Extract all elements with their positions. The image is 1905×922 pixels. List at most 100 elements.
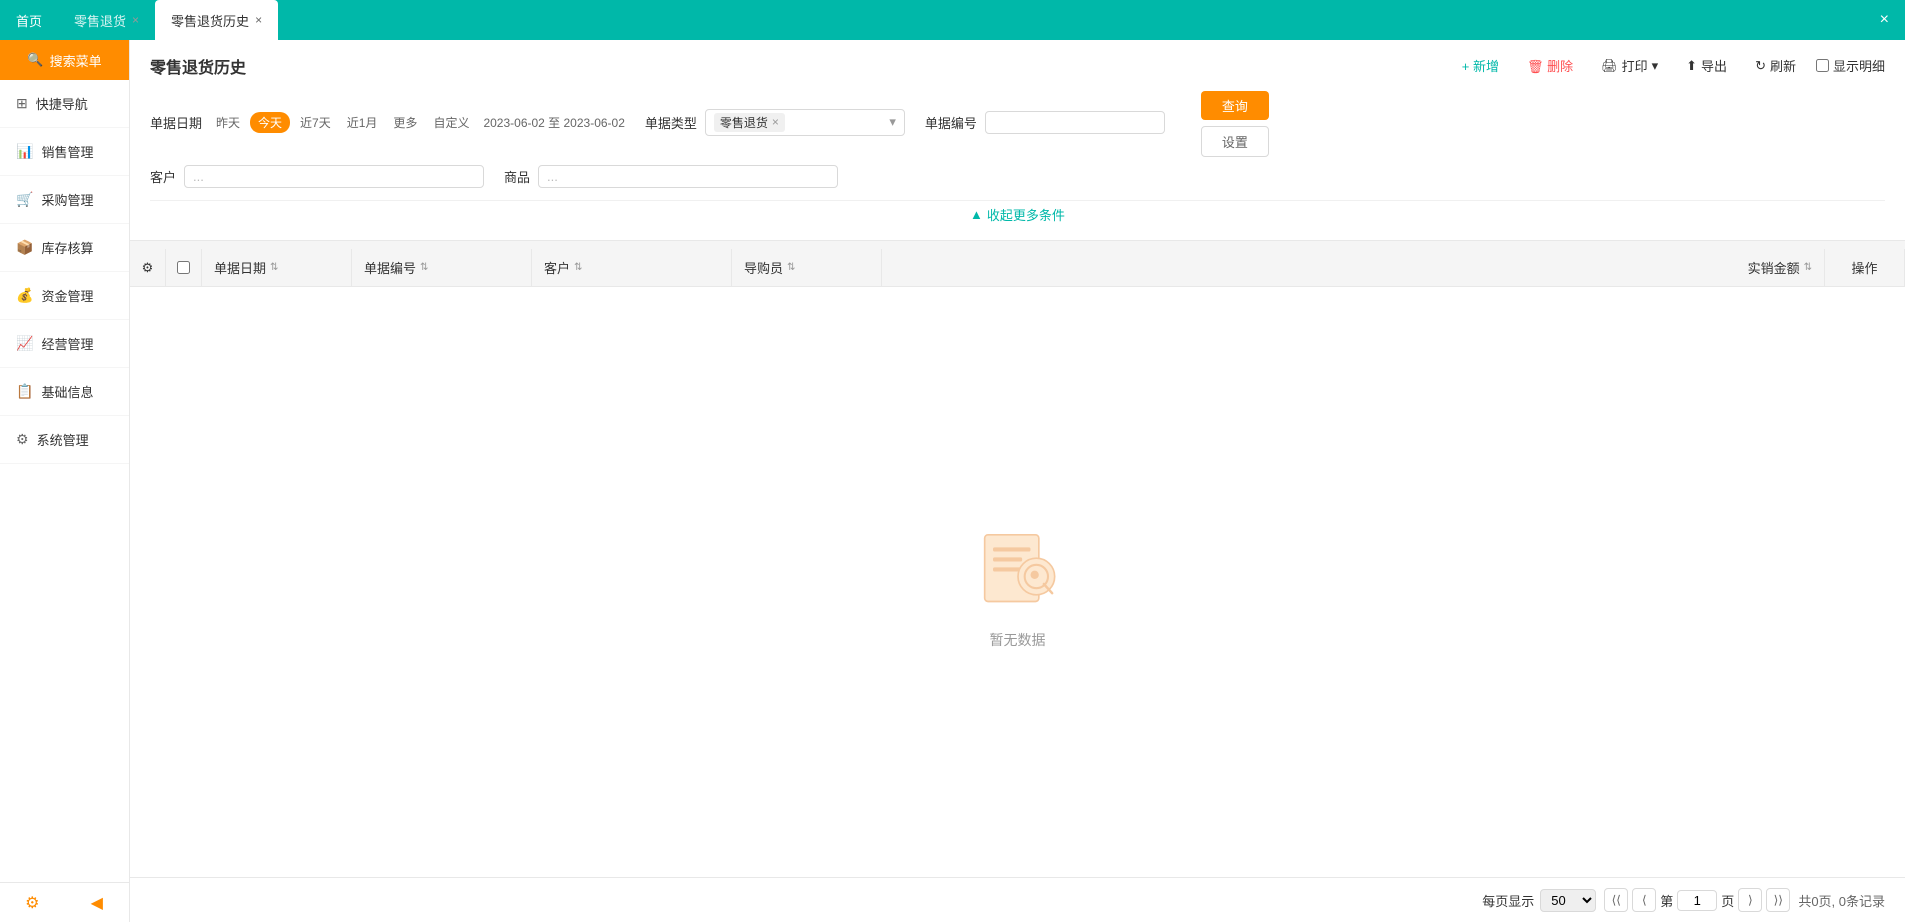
tab-home-label: 首页: [16, 11, 42, 30]
next-page-button[interactable]: ⟩: [1738, 888, 1762, 912]
refresh-button[interactable]: ↻ 刷新: [1747, 52, 1804, 79]
sidebar-item-purchase-label: 采购管理: [41, 190, 93, 209]
content-area: 零售退货历史 + 新增 🗑 删除 🖨 打印 ▾ ⬆ 导出 ↻: [130, 40, 1905, 922]
sidebar-search-label: 搜索菜单: [50, 51, 102, 70]
display-toggle[interactable]: 显示明细: [1816, 56, 1885, 75]
table-header: ⚙ 单据日期 ⇅ 单据编号 ⇅ 客户 ⇅ 导购员: [130, 249, 1905, 287]
main-layout: 🔍 搜索菜单 ⊞ 快捷导航 📊 销售管理 🛒 采购管理 📦 库存核算 💰: [0, 40, 1905, 922]
page-label: 第: [1660, 891, 1673, 910]
column-settings-icon[interactable]: ⚙: [142, 260, 154, 276]
filter-row-2: 客户 ... 商品 ...: [150, 165, 1885, 192]
sidebar-item-sales-label: 销售管理: [41, 142, 93, 161]
th-customer[interactable]: 客户 ⇅: [532, 249, 732, 286]
collapse-icon: ◀: [91, 893, 103, 913]
add-button[interactable]: + 新增: [1454, 52, 1507, 79]
tab-retail-return[interactable]: 零售退货 ×: [58, 0, 155, 40]
prev-page-button[interactable]: ⟨: [1632, 888, 1656, 912]
finance-icon: 💰: [16, 287, 33, 304]
export-label: 导出: [1701, 56, 1727, 75]
th-amount[interactable]: 实销金额 ⇅: [882, 249, 1825, 286]
sidebar: 🔍 搜索菜单 ⊞ 快捷导航 📊 销售管理 🛒 采购管理 📦 库存核算 💰: [0, 40, 130, 922]
display-toggle-checkbox[interactable]: [1816, 59, 1829, 72]
th-guide-label: 导购员: [744, 258, 783, 277]
first-page-button[interactable]: ⟨⟨: [1604, 888, 1628, 912]
type-tag-label: 零售退货: [720, 114, 768, 131]
sidebar-search[interactable]: 🔍 搜索菜单: [0, 40, 129, 80]
search-icon: 🔍: [27, 52, 43, 68]
top-bar: 首页 零售退货 × 零售退货历史 × ×: [0, 0, 1905, 40]
th-date-label: 单据日期: [214, 258, 266, 277]
sidebar-item-purchase[interactable]: 🛒 采购管理: [0, 176, 129, 224]
export-icon: ⬆: [1686, 58, 1697, 74]
customer-select[interactable]: ...: [184, 165, 484, 188]
date-btn-today[interactable]: 今天: [250, 112, 290, 133]
sidebar-item-basic-label: 基础信息: [41, 382, 93, 401]
date-btn-1month[interactable]: 近1月: [341, 112, 384, 133]
print-arrow-icon: ▾: [1652, 58, 1659, 74]
goods-filter: 商品 ...: [504, 165, 838, 188]
refresh-icon: ↻: [1755, 58, 1766, 74]
page-title: 零售退货历史: [150, 54, 246, 78]
customer-filter: 客户 ...: [150, 165, 484, 188]
page-suffix: 页: [1721, 891, 1734, 910]
collapse-label: 收起更多条件: [987, 205, 1065, 224]
query-button[interactable]: 查询: [1201, 91, 1269, 120]
th-amount-label: 实销金额: [1748, 258, 1800, 277]
tab-list: 首页 零售退货 × 零售退货历史 ×: [0, 0, 1864, 40]
th-guide[interactable]: 导购员 ⇅: [732, 249, 882, 286]
sidebar-item-system[interactable]: ⚙ 系统管理: [0, 416, 129, 464]
toolbar: + 新增 🗑 删除 🖨 打印 ▾ ⬆ 导出 ↻ 刷新: [1454, 52, 1885, 79]
sidebar-item-quick-nav[interactable]: ⊞ 快捷导航: [0, 80, 129, 128]
sidebar-item-sales[interactable]: 📊 销售管理: [0, 128, 129, 176]
th-checkbox[interactable]: [166, 249, 202, 286]
number-filter: 单据编号: [925, 111, 1165, 134]
type-select[interactable]: 零售退货 × ▾: [705, 109, 905, 136]
page-size-label: 每页显示: [1482, 891, 1534, 910]
filter-area: 单据日期 昨天 今天 近7天 近1月 更多 自定义 2023-06-02 至 2…: [150, 91, 1885, 240]
th-date[interactable]: 单据日期 ⇅: [202, 249, 352, 286]
date-btn-custom[interactable]: 自定义: [427, 112, 475, 133]
date-btn-more[interactable]: 更多: [387, 112, 423, 133]
sidebar-item-operation-label: 经营管理: [41, 334, 93, 353]
last-page-button[interactable]: ⟩⟩: [1766, 888, 1790, 912]
sidebar-item-basic[interactable]: 📋 基础信息: [0, 368, 129, 416]
sidebar-item-finance[interactable]: 💰 资金管理: [0, 272, 129, 320]
sidebar-item-finance-label: 资金管理: [41, 286, 93, 305]
page-size-dropdown[interactable]: 10 20 50 100: [1540, 889, 1596, 912]
tab-retail-return-close[interactable]: ×: [132, 13, 139, 27]
sidebar-settings-button[interactable]: ⚙: [0, 883, 65, 922]
purchase-icon: 🛒: [16, 191, 33, 208]
export-button[interactable]: ⬆ 导出: [1678, 52, 1735, 79]
tab-retail-return-history[interactable]: 零售退货历史 ×: [155, 0, 278, 40]
sidebar-collapse-button[interactable]: ◀: [65, 883, 130, 922]
date-btn-7days[interactable]: 近7天: [294, 112, 337, 133]
th-number[interactable]: 单据编号 ⇅: [352, 249, 532, 286]
goods-select[interactable]: ...: [538, 165, 838, 188]
sidebar-bottom: ⚙ ◀: [0, 882, 129, 922]
tab-home[interactable]: 首页: [0, 0, 58, 40]
date-range-display: 2023-06-02 至 2023-06-02: [483, 114, 624, 131]
collapse-button[interactable]: ▲ 收起更多条件: [150, 200, 1885, 228]
tab-retail-return-history-close[interactable]: ×: [255, 13, 262, 27]
print-button[interactable]: 🖨 打印 ▾: [1593, 52, 1666, 79]
type-filter-label: 单据类型: [645, 113, 697, 132]
th-amount-sort-icon: ⇅: [1804, 262, 1812, 273]
sidebar-item-inventory-label: 库存核算: [41, 238, 93, 257]
number-input[interactable]: [985, 111, 1165, 134]
delete-button[interactable]: 🗑 删除: [1519, 52, 1581, 79]
sidebar-item-system-label: 系统管理: [37, 430, 89, 449]
type-tag: 零售退货 ×: [714, 113, 785, 132]
close-window-button[interactable]: ×: [1864, 11, 1905, 29]
sidebar-item-inventory[interactable]: 📦 库存核算: [0, 224, 129, 272]
type-filter: 单据类型 零售退货 × ▾: [645, 109, 905, 136]
page-number-input[interactable]: [1677, 890, 1717, 911]
date-btn-yesterday[interactable]: 昨天: [210, 112, 246, 133]
type-tag-remove[interactable]: ×: [772, 115, 779, 129]
th-settings[interactable]: ⚙: [130, 249, 166, 286]
select-all-checkbox[interactable]: [177, 261, 190, 274]
operation-icon: 📈: [16, 335, 33, 352]
filter-settings-button[interactable]: 设置: [1201, 126, 1269, 157]
page-title-row: 零售退货历史 + 新增 🗑 删除 🖨 打印 ▾ ⬆ 导出 ↻: [150, 52, 1885, 79]
sidebar-item-operation[interactable]: 📈 经营管理: [0, 320, 129, 368]
page-size-select: 每页显示 10 20 50 100: [1482, 889, 1596, 912]
